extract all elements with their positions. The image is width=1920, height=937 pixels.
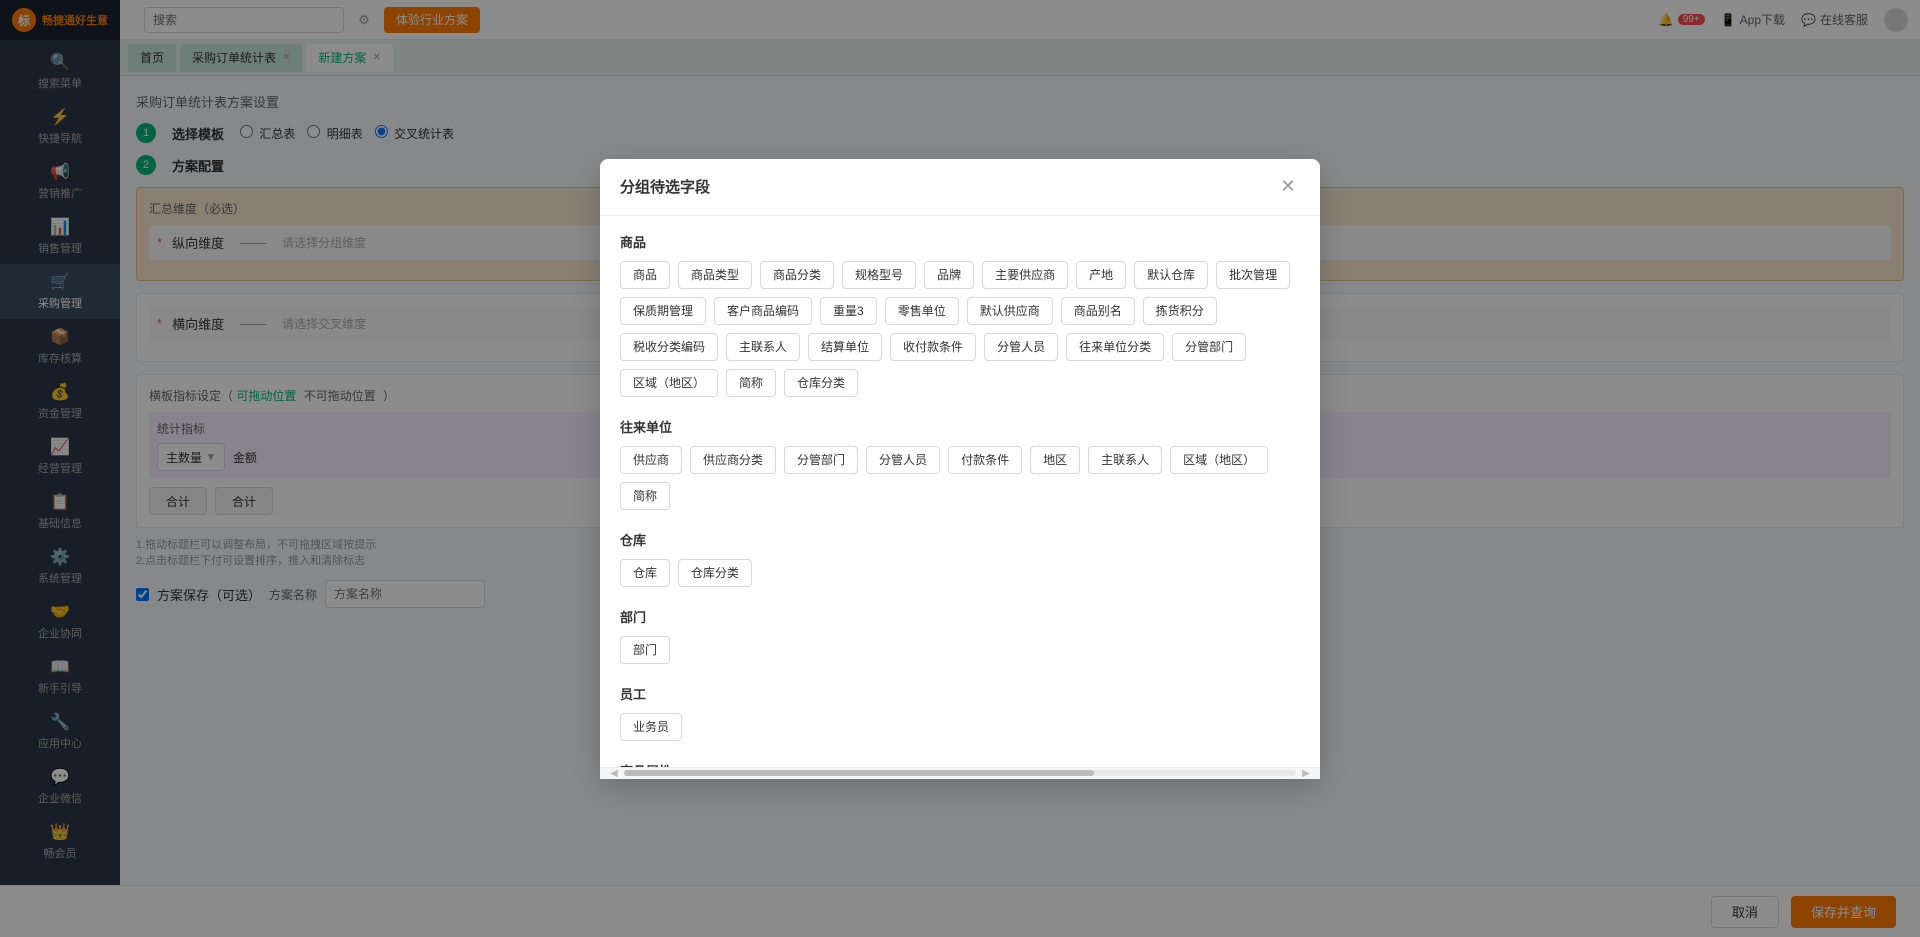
- section-title-2: 仓库: [620, 530, 1300, 549]
- section-title-3: 部门: [620, 607, 1300, 626]
- field-chip-0-12[interactable]: 零售单位: [885, 297, 959, 325]
- field-chip-1-4[interactable]: 付款条件: [948, 446, 1022, 474]
- modal-section-商品: 商品商品商品类型商品分类规格型号品牌主要供应商产地默认仓库批次管理保质期管理客户…: [620, 232, 1300, 397]
- field-chip-1-1[interactable]: 供应商分类: [690, 446, 776, 474]
- field-chip-0-10[interactable]: 客户商品编码: [714, 297, 812, 325]
- field-chip-0-22[interactable]: 分管部门: [1172, 333, 1246, 361]
- field-chip-0-18[interactable]: 结算单位: [808, 333, 882, 361]
- field-chip-0-14[interactable]: 商品别名: [1061, 297, 1135, 325]
- field-chips-3: 部门: [620, 636, 1300, 664]
- modal-header: 分组待选字段 ✕: [600, 159, 1320, 216]
- field-chip-0-21[interactable]: 往来单位分类: [1066, 333, 1164, 361]
- section-title-1: 往来单位: [620, 417, 1300, 436]
- field-chip-1-0[interactable]: 供应商: [620, 446, 682, 474]
- field-chip-2-0[interactable]: 仓库: [620, 559, 670, 587]
- modal-section-仓库: 仓库仓库仓库分类: [620, 530, 1300, 587]
- field-chip-0-11[interactable]: 重量3: [820, 297, 877, 325]
- field-chip-2-1[interactable]: 仓库分类: [678, 559, 752, 587]
- field-chips-1: 供应商供应商分类分管部门分管人员付款条件地区主联系人区域（地区） 简称: [620, 446, 1300, 510]
- field-chip-0-8[interactable]: 批次管理: [1216, 261, 1290, 289]
- modal-title: 分组待选字段: [620, 176, 710, 197]
- section-title-4: 员工: [620, 684, 1300, 703]
- field-chip-0-9[interactable]: 保质期管理: [620, 297, 706, 325]
- field-chip-1-2[interactable]: 分管部门: [784, 446, 858, 474]
- field-chips-2: 仓库仓库分类: [620, 559, 1300, 587]
- field-chip-0-4[interactable]: 品牌: [924, 261, 974, 289]
- field-chip-0-17[interactable]: 主联系人: [726, 333, 800, 361]
- field-chip-0-5[interactable]: 主要供应商: [982, 261, 1068, 289]
- field-chip-1-8[interactable]: 简称: [620, 482, 670, 510]
- field-chip-0-24[interactable]: 简称: [726, 369, 776, 397]
- modal-section-员工: 员工业务员: [620, 684, 1300, 741]
- modal-section-部门: 部门部门: [620, 607, 1300, 664]
- field-chip-0-25[interactable]: 仓库分类: [784, 369, 858, 397]
- modal-section-往来单位: 往来单位供应商供应商分类分管部门分管人员付款条件地区主联系人区域（地区） 简称: [620, 417, 1300, 510]
- field-chip-0-7[interactable]: 默认仓库: [1134, 261, 1208, 289]
- field-chip-0-23[interactable]: 区域（地区）: [620, 369, 718, 397]
- field-chip-0-15[interactable]: 拣货积分: [1143, 297, 1217, 325]
- field-chip-0-13[interactable]: 默认供应商: [967, 297, 1053, 325]
- field-chip-0-16[interactable]: 税收分类编码: [620, 333, 718, 361]
- field-chip-1-7[interactable]: 区域（地区）: [1170, 446, 1268, 474]
- field-chip-0-0[interactable]: 商品: [620, 261, 670, 289]
- field-chip-3-0[interactable]: 部门: [620, 636, 670, 664]
- field-chip-1-3[interactable]: 分管人员: [866, 446, 940, 474]
- modal-scrollbar-h: ◀ ▶: [600, 767, 1320, 779]
- section-title-0: 商品: [620, 232, 1300, 251]
- modal-body: 商品商品商品类型商品分类规格型号品牌主要供应商产地默认仓库批次管理保质期管理客户…: [600, 216, 1320, 767]
- field-chip-4-0[interactable]: 业务员: [620, 713, 682, 741]
- field-chip-0-19[interactable]: 收付款条件: [890, 333, 976, 361]
- modal-overlay: 分组待选字段 ✕ 商品商品商品类型商品分类规格型号品牌主要供应商产地默认仓库批次…: [0, 0, 1920, 937]
- field-chip-0-2[interactable]: 商品分类: [760, 261, 834, 289]
- field-chip-0-20[interactable]: 分管人员: [984, 333, 1058, 361]
- field-chip-0-1[interactable]: 商品类型: [678, 261, 752, 289]
- modal-close-btn[interactable]: ✕: [1276, 175, 1300, 199]
- field-chip-0-3[interactable]: 规格型号: [842, 261, 916, 289]
- field-chip-0-6[interactable]: 产地: [1076, 261, 1126, 289]
- field-chip-1-6[interactable]: 主联系人: [1088, 446, 1162, 474]
- modal: 分组待选字段 ✕ 商品商品商品类型商品分类规格型号品牌主要供应商产地默认仓库批次…: [600, 159, 1320, 779]
- field-chips-0: 商品商品类型商品分类规格型号品牌主要供应商产地默认仓库批次管理保质期管理客户商品…: [620, 261, 1300, 397]
- field-chip-1-5[interactable]: 地区: [1030, 446, 1080, 474]
- field-chips-4: 业务员: [620, 713, 1300, 741]
